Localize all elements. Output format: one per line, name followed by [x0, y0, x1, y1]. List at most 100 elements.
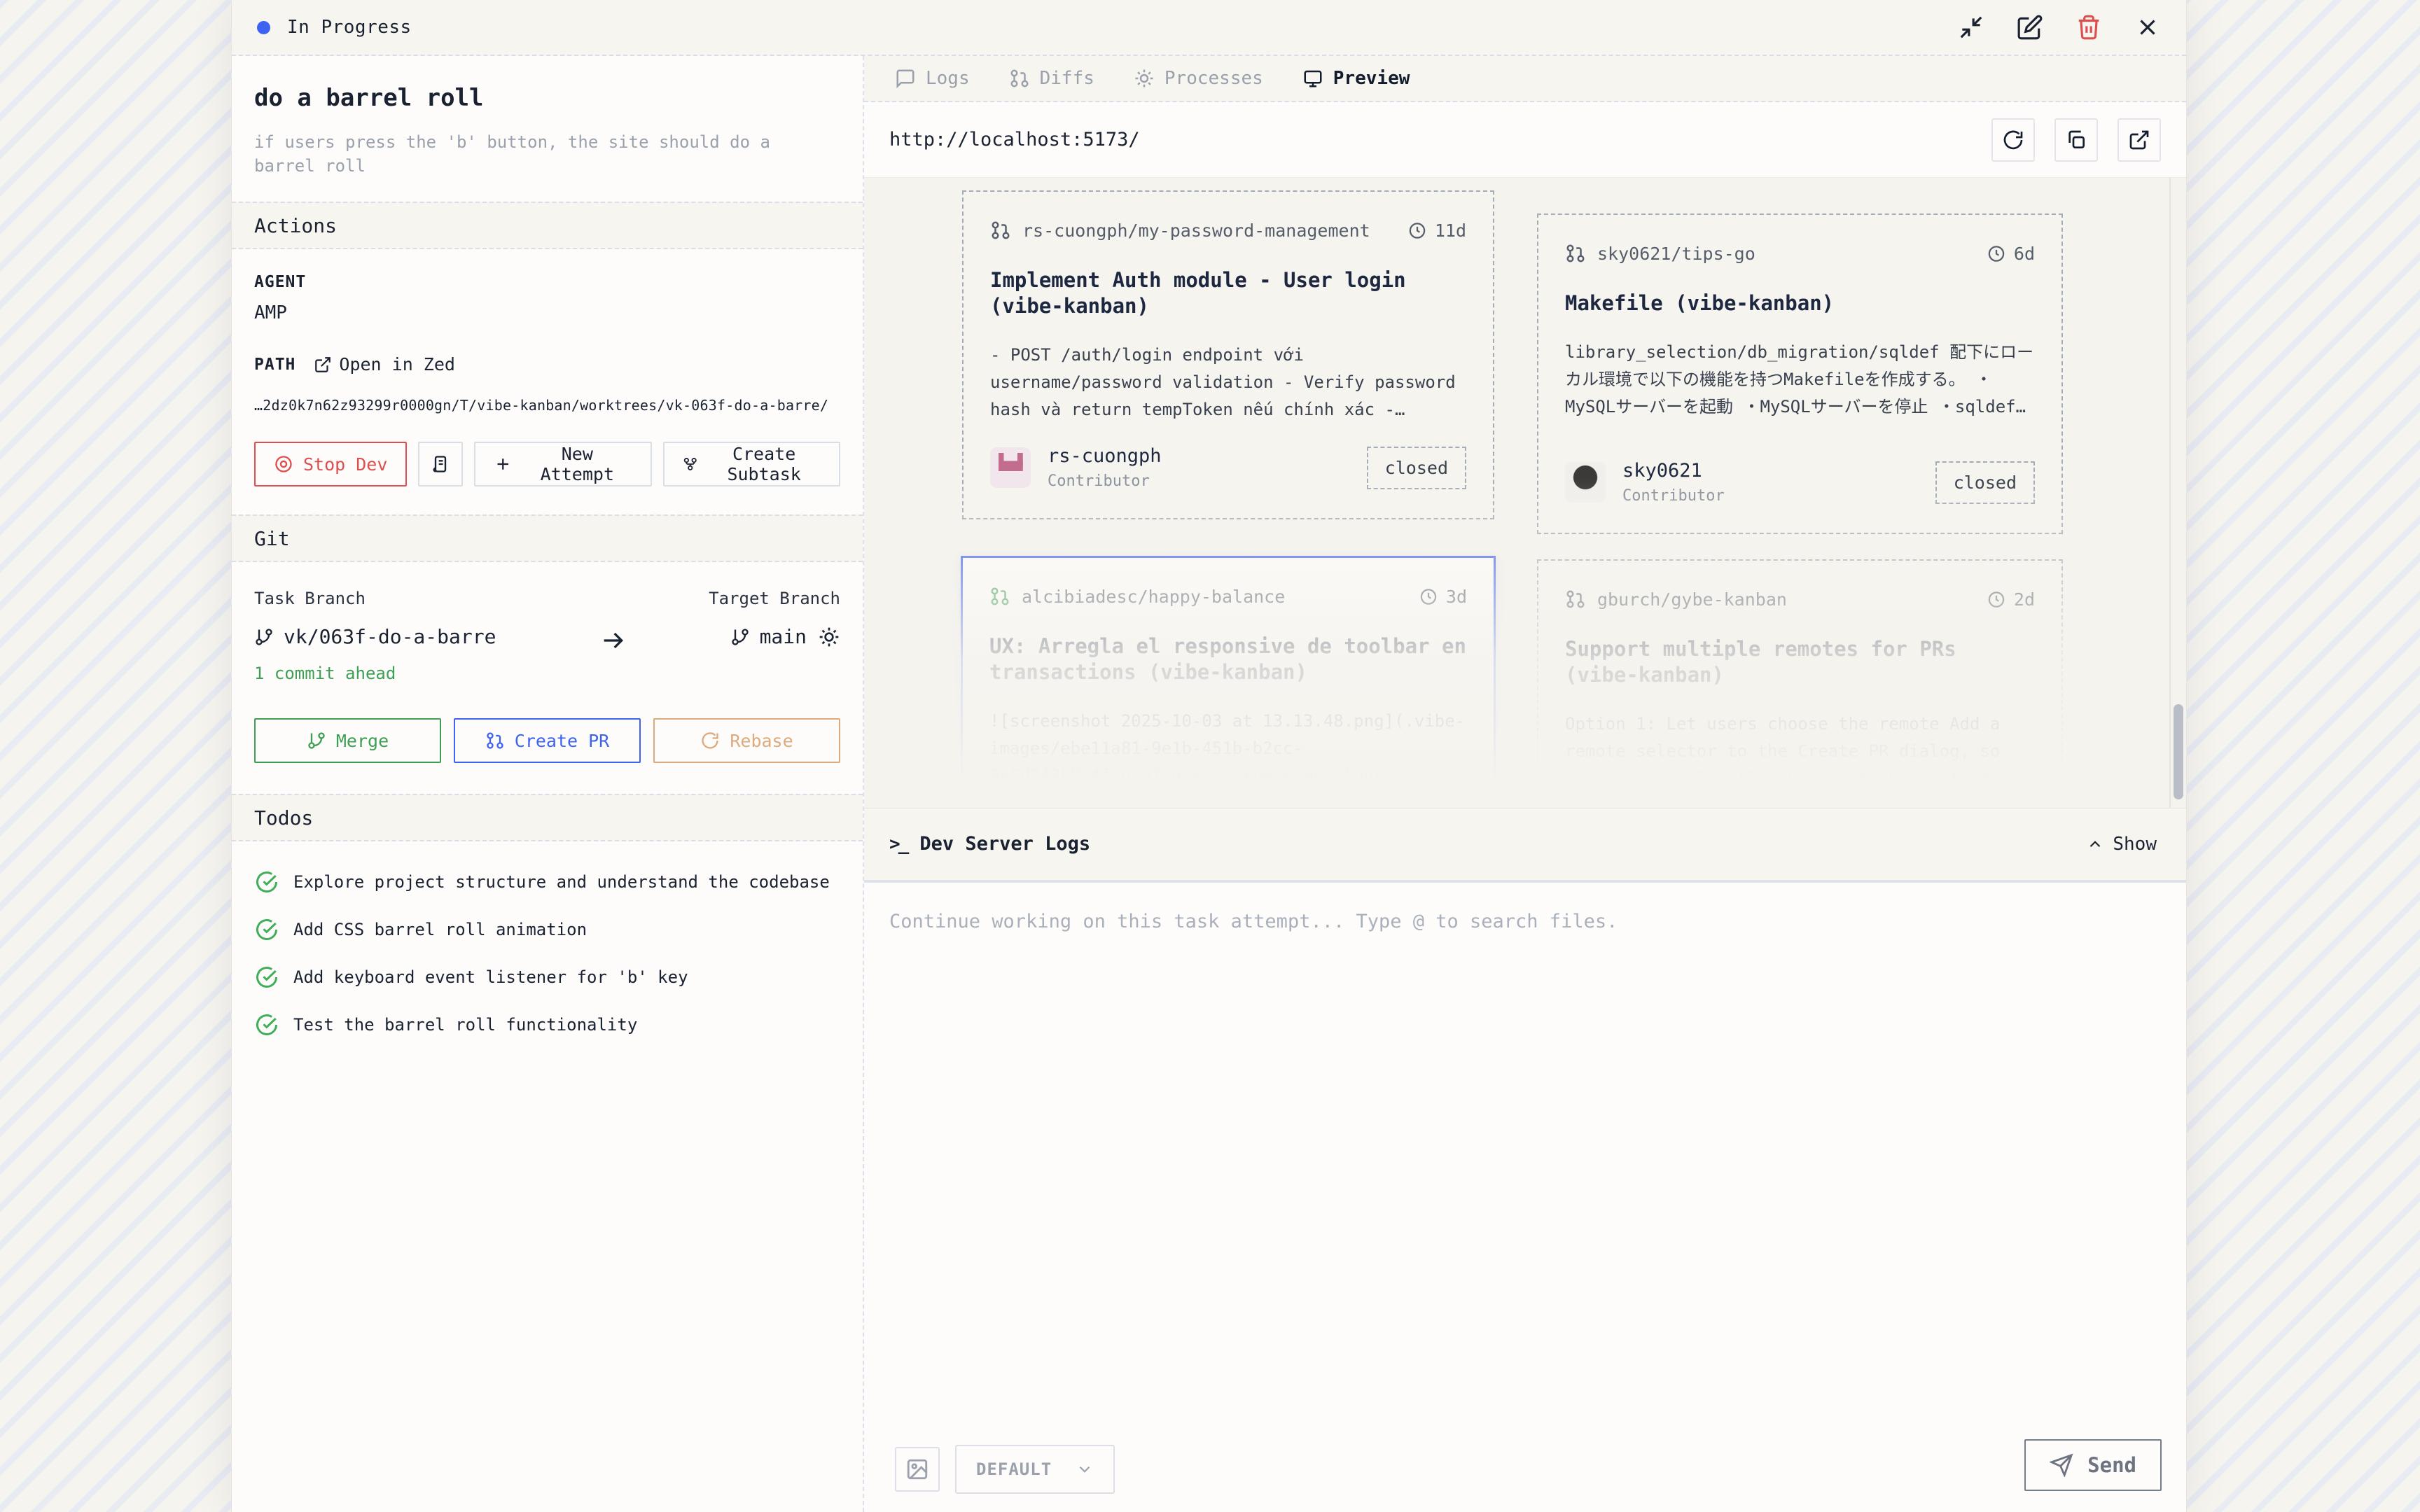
- todos-section-header: Todos: [232, 794, 863, 842]
- check-circle-icon: [256, 1014, 277, 1036]
- stop-circle-icon: [275, 456, 292, 472]
- scrollbar-thumb[interactable]: [2174, 704, 2183, 799]
- edit-icon[interactable]: [2017, 14, 2043, 41]
- status-dot-icon: [257, 20, 270, 34]
- external-link-icon: [2129, 130, 2149, 149]
- card-age: 11d: [1407, 220, 1466, 241]
- plus-icon: [497, 458, 509, 470]
- tab-logs[interactable]: Logs: [895, 68, 970, 89]
- close-icon[interactable]: [2134, 14, 2161, 41]
- status-badge: closed: [1935, 461, 2035, 504]
- terminal-icon: >_: [889, 833, 909, 855]
- todo-item: Add CSS barrel roll animation: [254, 917, 840, 942]
- dialog-header: In Progress: [232, 0, 2186, 56]
- agent-value: AMP: [254, 302, 287, 324]
- gear-icon: [1135, 69, 1153, 88]
- open-in-zed-link[interactable]: Open in Zed: [314, 354, 455, 374]
- card-role: Contributor: [1622, 487, 1725, 505]
- stop-dev-button[interactable]: Stop Dev: [254, 442, 408, 487]
- card-title: UX: Arregla el responsive de toolbar en …: [989, 634, 1466, 685]
- preview-viewport: rs-cuongph/my-password-management 11d Im…: [864, 178, 2186, 808]
- avatar: [1565, 462, 1606, 503]
- clock-icon: [1988, 591, 2005, 608]
- task-dialog: In Progress do a barrel roll if users pr…: [231, 0, 2187, 1512]
- refresh-icon: [2003, 130, 2023, 149]
- git-branch-icon: [308, 732, 325, 749]
- tab-preview[interactable]: Preview: [1302, 68, 1410, 89]
- composer: Continue working on this task attempt...…: [864, 882, 2186, 1512]
- chevron-up-icon: [2090, 840, 2101, 847]
- gear-icon[interactable]: [818, 626, 840, 648]
- rebase-icon: [702, 732, 719, 749]
- attach-image-button[interactable]: [895, 1447, 940, 1492]
- actions-section-header: Actions: [232, 202, 863, 250]
- collapse-icon[interactable]: [1958, 14, 1984, 41]
- pr-card-selected[interactable]: alcibiadesc/happy-balance 3d UX: Arregla…: [961, 556, 1496, 808]
- dev-server-logs-bar[interactable]: >_ Dev Server Logs Show: [864, 807, 2186, 880]
- git-section-header: Git: [232, 514, 863, 563]
- card-title: Support multiple remotes for PRs (vibe-k…: [1565, 637, 1956, 687]
- clock-icon: [1988, 245, 2005, 262]
- send-button[interactable]: Send: [2024, 1439, 2162, 1491]
- pr-card[interactable]: rs-cuongph/my-password-management 11d Im…: [962, 190, 1494, 519]
- dev-server-logs-label: Dev Server Logs: [919, 833, 1091, 855]
- git-branch-icon: [256, 628, 272, 645]
- task-sidebar: do a barrel roll if users press the 'b' …: [232, 56, 864, 1512]
- preview-panel: Logs Diffs Processes Preview http://loca…: [864, 56, 2186, 1512]
- card-title: Makefile (vibe-kanban): [1565, 291, 1835, 315]
- preview-url[interactable]: http://localhost:5173/: [889, 129, 1140, 150]
- new-attempt-button[interactable]: New Attempt: [474, 442, 652, 487]
- todo-item: Add keyboard event listener for 'b' key: [254, 965, 840, 990]
- create-pr-button[interactable]: Create PR: [454, 718, 641, 764]
- open-external-button[interactable]: [2118, 118, 2161, 162]
- paper-plane-icon: [2050, 1453, 2073, 1477]
- copy-url-button[interactable]: [2054, 118, 2098, 162]
- preview-url-bar: http://localhost:5173/: [864, 102, 2186, 178]
- show-logs-toggle[interactable]: Show: [2086, 834, 2157, 855]
- check-circle-icon: [256, 967, 277, 988]
- card-repo: gburch/gybe-kanban: [1597, 589, 1787, 610]
- card-author: rs-cuongph: [1048, 445, 1162, 467]
- commits-ahead-status: 1 commit ahead: [254, 664, 396, 684]
- dev-logs-button[interactable]: [418, 442, 464, 487]
- image-icon: [907, 1459, 928, 1480]
- task-branch-label: Task Branch: [254, 589, 366, 609]
- rebase-button[interactable]: Rebase: [653, 718, 840, 764]
- task-branch-value: vk/063f-do-a-barre: [254, 625, 496, 648]
- git-pull-request-icon: [992, 221, 1010, 239]
- trash-icon[interactable]: [2075, 14, 2102, 41]
- task-description: if users press the 'b' button, the site …: [254, 132, 770, 176]
- pr-card[interactable]: sky0621/tips-go 6d Makefile (vibe-kanban…: [1537, 214, 2063, 534]
- card-age: 2d: [1986, 589, 2035, 610]
- card-body: library_selection/db_migration/sqldef 配下…: [1565, 342, 2034, 416]
- pr-card[interactable]: gburch/gybe-kanban 2d Support multiple r…: [1537, 559, 2063, 808]
- tab-processes[interactable]: Processes: [1134, 68, 1263, 89]
- check-circle-icon: [256, 872, 277, 893]
- card-age: 6d: [1986, 244, 2035, 264]
- git-pull-request-icon: [991, 587, 1009, 606]
- target-branch-label: Target Branch: [709, 589, 840, 609]
- tab-diffs[interactable]: Diffs: [1009, 68, 1094, 89]
- git-pull-request-icon: [1566, 590, 1585, 608]
- merge-button[interactable]: Merge: [254, 718, 441, 764]
- monitor-icon: [1304, 70, 1322, 88]
- message-input[interactable]: Continue working on this task attempt...…: [889, 911, 1618, 932]
- external-link-icon: [315, 356, 331, 372]
- target-branch-value: main: [730, 625, 807, 648]
- git-branch-icon: [731, 628, 749, 645]
- card-title: Implement Auth module - User login (vibe…: [990, 268, 1406, 318]
- refresh-button[interactable]: [1991, 118, 2035, 162]
- card-author: sky0621: [1622, 460, 1702, 482]
- todo-item: Explore project structure and understand…: [254, 869, 840, 895]
- copy-icon: [2068, 130, 2085, 148]
- create-subtask-button[interactable]: Create Subtask: [662, 442, 841, 487]
- card-body: ![screenshot 2025-10-03 at 13.13.48.png]…: [989, 711, 1466, 785]
- tab-bar: Logs Diffs Processes Preview: [864, 56, 2186, 102]
- clock-icon: [1409, 222, 1426, 239]
- check-circle-icon: [256, 919, 277, 941]
- variant-select[interactable]: DEFAULT: [955, 1445, 1115, 1494]
- git-pull-request-icon: [487, 732, 503, 749]
- git-pull-request-icon: [1010, 69, 1029, 88]
- card-body: - POST /auth/login endpoint với username…: [990, 345, 1456, 419]
- worktree-path: …2dz0k7n62z93299r0000gn/T/vibe-kanban/wo…: [254, 397, 829, 414]
